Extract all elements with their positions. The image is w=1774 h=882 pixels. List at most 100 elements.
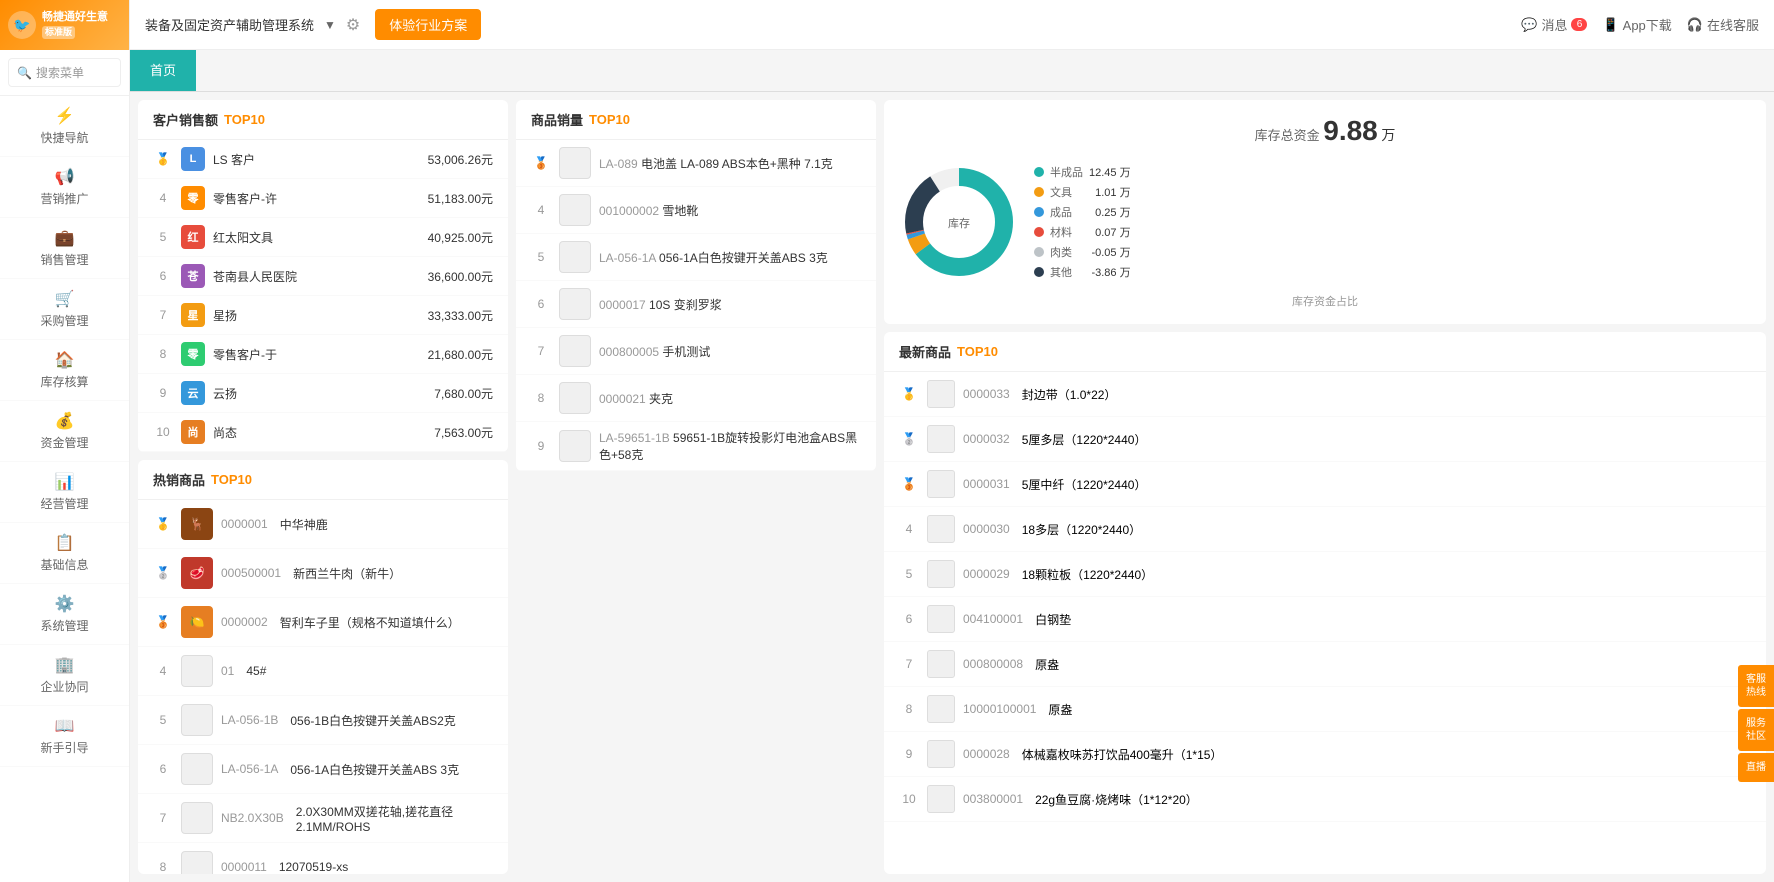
rank-number: 8 (153, 347, 173, 361)
product-code: 0000030 (963, 522, 1010, 536)
list-item: 5 LA-056-1B 056-1B白色按键开关盖ABS2克 (138, 696, 508, 745)
product-thumbnail-placeholder (927, 470, 955, 498)
search-icon: 🔍 (17, 66, 32, 80)
product-thumbnail-placeholder (927, 785, 955, 813)
legend-label: 肉类 (1050, 244, 1085, 260)
donut-chart-area: 库存 半成品 12.45 万 文具 1.01 万 (899, 162, 1751, 285)
list-item: 8 0000011 12070519-xs (138, 843, 508, 874)
customer-name: 零售客户-许 (213, 190, 420, 207)
message-button[interactable]: 💬 消息 6 (1521, 15, 1587, 34)
sidebar-item-label: 采购管理 (40, 312, 88, 329)
rank-number: 4 (899, 522, 919, 536)
product-name: 18多层（1220*2440） (1022, 521, 1141, 538)
legend-value: 12.45 万 (1089, 164, 1131, 180)
sidebar-item-shortcut[interactable]: ⚡ 快捷导航 (0, 96, 129, 157)
sidebar-item-label: 库存核算 (40, 373, 88, 390)
customer-ranking-top-label: TOP10 (224, 112, 265, 127)
rank-number: 5 (153, 230, 173, 244)
tab-home[interactable]: 首页 (130, 50, 196, 91)
float-buttons: 客服热线 服务社区 直播 (1738, 665, 1774, 782)
legend-item: 成品 0.25 万 (1034, 204, 1131, 220)
finance-icon: 💰 (55, 411, 75, 431)
avatar: 云 (181, 381, 205, 405)
table-row: 🥉 LA-089 电池盖 LA-089 ABS本色+黑种 7.1克 (516, 140, 876, 187)
product-name: 18颗粒板（1220*2440） (1022, 566, 1153, 583)
product-name: 45# (246, 664, 493, 678)
sidebar-item-enterprise[interactable]: 🏢 企业协同 (0, 645, 129, 706)
live-button[interactable]: 直播 (1738, 753, 1774, 782)
product-thumbnail-placeholder (927, 695, 955, 723)
customer-amount: 7,680.00元 (434, 385, 493, 402)
rank-number: 9 (899, 747, 919, 761)
trial-button[interactable]: 体验行业方案 (375, 9, 481, 40)
legend-value: 0.25 万 (1095, 204, 1130, 220)
table-row: 8 零 零售客户-于 21,680.00元 (138, 335, 508, 374)
latest-products-header: 最新商品 TOP10 (884, 332, 1766, 372)
legend-label: 其他 (1050, 264, 1085, 280)
gear-icon[interactable]: ⚙ (346, 15, 360, 35)
list-item: 10 003800001 22g鱼豆腐·烧烤味（1*12*20） (884, 777, 1766, 822)
sidebar-item-purchase[interactable]: 🛒 采购管理 (0, 279, 129, 340)
shortcut-icon: ⚡ (55, 106, 75, 126)
customer-amount: 40,925.00元 (428, 229, 493, 246)
legend-label: 文具 (1050, 184, 1089, 200)
basic-icon: 📋 (55, 533, 75, 553)
table-row: 6 0000017 10S 变刹罗浆 (516, 281, 876, 328)
list-item: 🥈 0000032 5厘多层（1220*2440） (884, 417, 1766, 462)
legend-color (1034, 207, 1044, 217)
sidebar-item-guide[interactable]: 📖 新手引导 (0, 706, 129, 767)
rank-number: 🥇 (153, 152, 173, 166)
customer-amount: 21,680.00元 (428, 346, 493, 363)
sidebar-item-system[interactable]: ⚙️ 系统管理 (0, 584, 129, 645)
dropdown-arrow-icon[interactable]: ▼ (324, 18, 336, 32)
sidebar-item-finance[interactable]: 💰 资金管理 (0, 401, 129, 462)
product-code: 000800008 (963, 657, 1023, 671)
sidebar-item-business[interactable]: 📊 经营管理 (0, 462, 129, 523)
product-thumbnail: 🦌 (181, 508, 213, 540)
table-row: 7 000800005 手机测试 (516, 328, 876, 375)
customer-name: 零售客户-于 (213, 346, 420, 363)
donut-chart: 库存 (899, 162, 1019, 285)
customer-amount: 51,183.00元 (428, 190, 493, 207)
enterprise-icon: 🏢 (55, 655, 75, 675)
customer-service-button[interactable]: 客服热线 (1738, 665, 1774, 707)
list-item: 6 LA-056-1A 056-1A白色按键开关盖ABS 3克 (138, 745, 508, 794)
product-name: 22g鱼豆腐·烧烤味（1*12*20） (1035, 791, 1198, 808)
rank-number: 6 (153, 762, 173, 776)
product-name: 新西兰牛肉（新牛） (293, 565, 493, 582)
tab-home-label: 首页 (150, 63, 176, 78)
product-code: 0000032 (963, 432, 1010, 446)
table-row: 6 苍 苍南县人民医院 36,600.00元 (138, 257, 508, 296)
search-menu-button[interactable]: 🔍 搜索菜单 (8, 58, 121, 87)
latest-products-card: 最新商品 TOP10 🥇 0000033 封边带（1.0*22） 🥈 00000… (884, 332, 1766, 874)
product-name: 原盎 (1048, 701, 1072, 718)
product-thumbnail-placeholder (927, 560, 955, 588)
sidebar-item-basic[interactable]: 📋 基础信息 (0, 523, 129, 584)
rank-number: 8 (153, 860, 173, 874)
rank-number: 5 (153, 713, 173, 727)
sidebar-item-inventory[interactable]: 🏠 库存核算 (0, 340, 129, 401)
avatar: 尚 (181, 420, 205, 444)
app-download-button[interactable]: 📱 App下载 (1602, 15, 1671, 34)
list-item: 9 0000028 体械嘉枚味苏打饮品400毫升（1*15） (884, 732, 1766, 777)
legend-label: 材料 (1050, 224, 1089, 240)
rank-number: 4 (531, 203, 551, 217)
sales-icon: 💼 (55, 228, 75, 248)
rank-number: 5 (899, 567, 919, 581)
sidebar-item-marketing[interactable]: 📢 营销推广 (0, 157, 129, 218)
product-name: 白钢垫 (1035, 611, 1071, 628)
sidebar-item-label: 系统管理 (40, 617, 88, 634)
sidebar-item-sales[interactable]: 💼 销售管理 (0, 218, 129, 279)
product-thumbnail-placeholder (559, 382, 591, 414)
online-service-label: 在线客服 (1707, 15, 1759, 34)
community-button[interactable]: 服务社区 (1738, 709, 1774, 751)
rank-number: 🥇 (899, 387, 919, 401)
customer-amount: 33,333.00元 (428, 307, 493, 324)
inventory-icon: 🏠 (55, 350, 75, 370)
rank-number: 4 (153, 664, 173, 678)
sidebar-item-label: 新手引导 (40, 739, 88, 756)
rank-number: 7 (531, 344, 551, 358)
product-thumbnail-placeholder (927, 650, 955, 678)
online-service-button[interactable]: 🎧 在线客服 (1687, 15, 1759, 34)
logo-text: 畅捷通好生意 标准版 (42, 11, 108, 39)
